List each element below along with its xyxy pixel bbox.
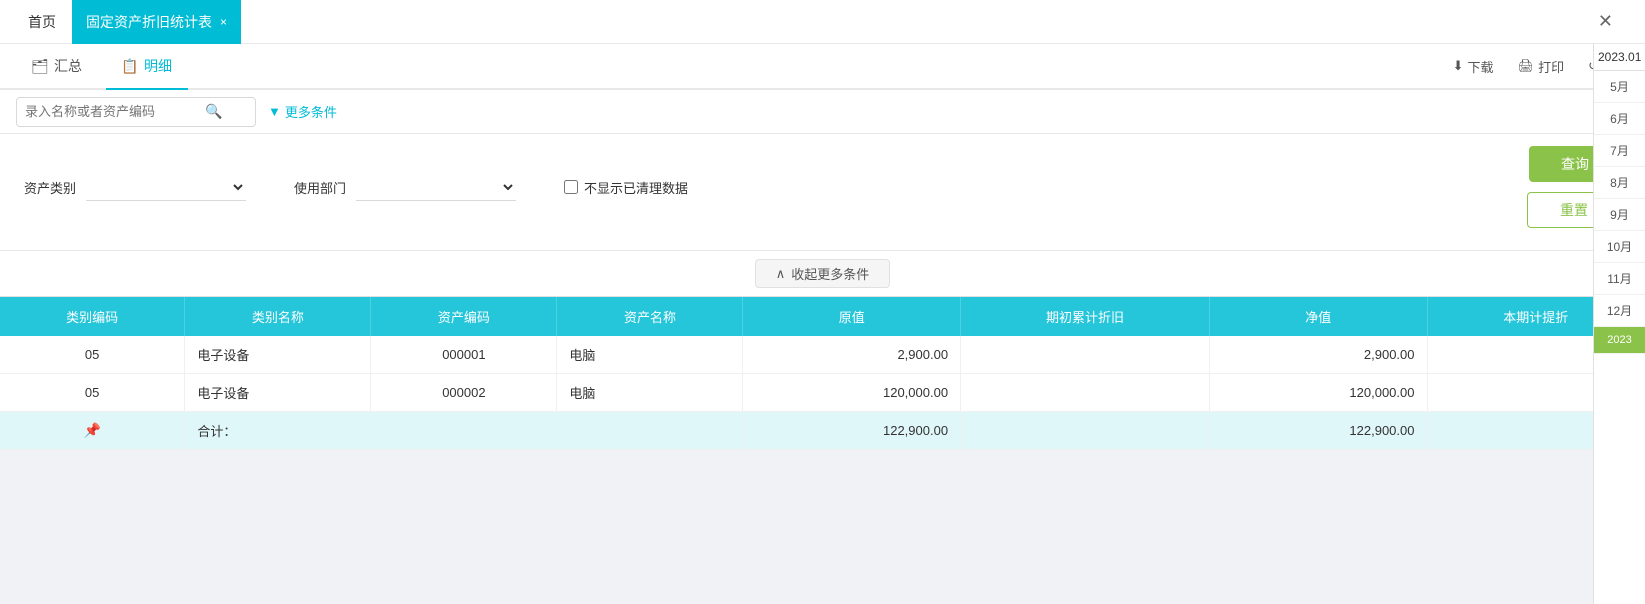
table-header-row: 类别编码 类别名称 资产编码 资产名称 原值 期初累计折旧 净值 本期计提折 — [0, 297, 1645, 336]
cell-net-value: 120,000.00 — [1209, 374, 1427, 412]
collapse-btn[interactable]: ∧ 收起更多条件 — [755, 259, 891, 288]
no-cleared-label: 不显示已清理数据 — [584, 178, 688, 197]
download-btn[interactable]: ⬇ 下载 — [1453, 57, 1494, 76]
month-item[interactable]: 10月 — [1594, 231, 1645, 263]
no-cleared-checkbox[interactable] — [564, 180, 578, 194]
month-panel-header: 2023.01 — [1594, 44, 1645, 71]
col-net-value: 净值 — [1209, 297, 1427, 336]
col-category-name: 类别名称 — [185, 297, 371, 336]
tab-detail-label: 明细 — [144, 56, 172, 76]
collapse-icon: ∧ — [776, 266, 786, 282]
search-bar: 🔍 ▼ 更多条件 › — [0, 90, 1645, 134]
tab-detail[interactable]: 📋 明细 — [106, 44, 188, 90]
detail-icon: 📋 — [122, 58, 138, 74]
table-wrap: 类别编码 类别名称 资产编码 资产名称 原值 期初累计折旧 净值 本期计提折 0… — [0, 297, 1645, 450]
top-nav: 首页 固定资产折旧统计表 × ✕ — [0, 0, 1645, 44]
tab-close-btn[interactable]: × — [220, 15, 227, 29]
col-asset-code: 资产编码 — [371, 297, 557, 336]
dept-select[interactable] — [356, 173, 516, 201]
home-tab[interactable]: 首页 — [16, 12, 68, 32]
month-item[interactable]: 12月 — [1594, 295, 1645, 327]
cell-asset-code: 000002 — [371, 374, 557, 412]
month-item[interactable]: 6月 — [1594, 103, 1645, 135]
filter-icon: ▼ — [268, 104, 281, 119]
col-accumulated-dep: 期初累计折旧 — [961, 297, 1210, 336]
download-icon: ⬇ — [1453, 58, 1464, 74]
cell-category-code: 05 — [0, 336, 185, 374]
sub-tab-bar: 🗂 汇总 📋 明细 ⬇ 下载 🖨 打印 ↺ 刷新 — [0, 44, 1645, 90]
cell-original-value: 120,000.00 — [743, 374, 961, 412]
cell-asset-name: 电脑 — [557, 374, 743, 412]
month-list: 5月6月7月8月9月10月11月12月2023 — [1594, 71, 1645, 354]
collapse-label: 收起更多条件 — [791, 264, 869, 283]
month-item[interactable]: 5月 — [1594, 71, 1645, 103]
cell-accumulated-dep — [961, 374, 1210, 412]
no-cleared-filter: 不显示已清理数据 — [564, 178, 688, 197]
summary-icon: 🗂 — [32, 58, 48, 74]
month-item[interactable]: 2023 — [1594, 327, 1645, 354]
month-item[interactable]: 7月 — [1594, 135, 1645, 167]
print-label: 打印 — [1538, 57, 1564, 76]
cell-asset-code: 000001 — [371, 336, 557, 374]
asset-category-select[interactable] — [86, 173, 246, 201]
more-filter-btn[interactable]: ▼ 更多条件 — [268, 102, 337, 121]
cell-category-code: 05 — [0, 374, 185, 412]
table-body: 05 电子设备 000001 电脑 2,900.00 2,900.00 05 电… — [0, 336, 1645, 450]
dept-label: 使用部门 — [294, 178, 346, 197]
tab-summary-label: 汇总 — [54, 56, 82, 76]
col-original-value: 原值 — [743, 297, 961, 336]
table-row: 05 电子设备 000002 电脑 120,000.00 120,000.00 — [0, 374, 1645, 412]
collapse-bar: ∧ 收起更多条件 — [0, 251, 1645, 297]
dept-filter: 使用部门 — [294, 173, 516, 201]
print-btn[interactable]: 🖨 打印 — [1518, 57, 1565, 76]
total-accumulated-dep — [961, 412, 1210, 450]
download-label: 下载 — [1468, 57, 1494, 76]
total-icon: 📌 — [83, 422, 100, 438]
active-tab[interactable]: 固定资产折旧统计表 × — [72, 0, 241, 44]
filter-row: 资产类别 使用部门 不显示已清理数据 查询 重置 — [24, 146, 1621, 228]
filter-area: 资产类别 使用部门 不显示已清理数据 查询 重置 — [0, 134, 1645, 251]
search-icon[interactable]: 🔍 — [205, 103, 222, 120]
print-icon: 🖨 — [1518, 58, 1535, 74]
search-input-wrap: 🔍 — [16, 97, 256, 127]
asset-category-filter: 资产类别 — [24, 173, 246, 201]
col-category-code: 类别编码 — [0, 297, 185, 336]
more-filter-label: 更多条件 — [285, 102, 337, 121]
cell-asset-name: 电脑 — [557, 336, 743, 374]
cell-accumulated-dep — [961, 336, 1210, 374]
total-label-cell: 合计： — [185, 412, 743, 450]
tab-label: 固定资产折旧统计表 — [86, 12, 212, 32]
cell-original-value: 2,900.00 — [743, 336, 961, 374]
month-item[interactable]: 8月 — [1594, 167, 1645, 199]
total-original-value: 122,900.00 — [743, 412, 961, 450]
cell-net-value: 2,900.00 — [1209, 336, 1427, 374]
asset-category-label: 资产类别 — [24, 178, 76, 197]
search-input[interactable] — [25, 104, 205, 119]
month-item[interactable]: 9月 — [1594, 199, 1645, 231]
total-net-value: 122,900.00 — [1209, 412, 1427, 450]
cell-category-name: 电子设备 — [185, 374, 371, 412]
month-panel: 2023.01 5月6月7月8月9月10月11月12月2023 — [1593, 44, 1645, 604]
month-item[interactable]: 11月 — [1594, 263, 1645, 295]
col-asset-name: 资产名称 — [557, 297, 743, 336]
table-row: 05 电子设备 000001 电脑 2,900.00 2,900.00 — [0, 336, 1645, 374]
cell-category-name: 电子设备 — [185, 336, 371, 374]
total-row: 📌 合计： 122,900.00 122,900.00 — [0, 412, 1645, 450]
window-close-btn[interactable]: ✕ — [1582, 11, 1629, 32]
total-icon-cell: 📌 — [0, 412, 185, 450]
data-table: 类别编码 类别名称 资产编码 资产名称 原值 期初累计折旧 净值 本期计提折 0… — [0, 297, 1645, 450]
tab-summary[interactable]: 🗂 汇总 — [16, 44, 98, 90]
